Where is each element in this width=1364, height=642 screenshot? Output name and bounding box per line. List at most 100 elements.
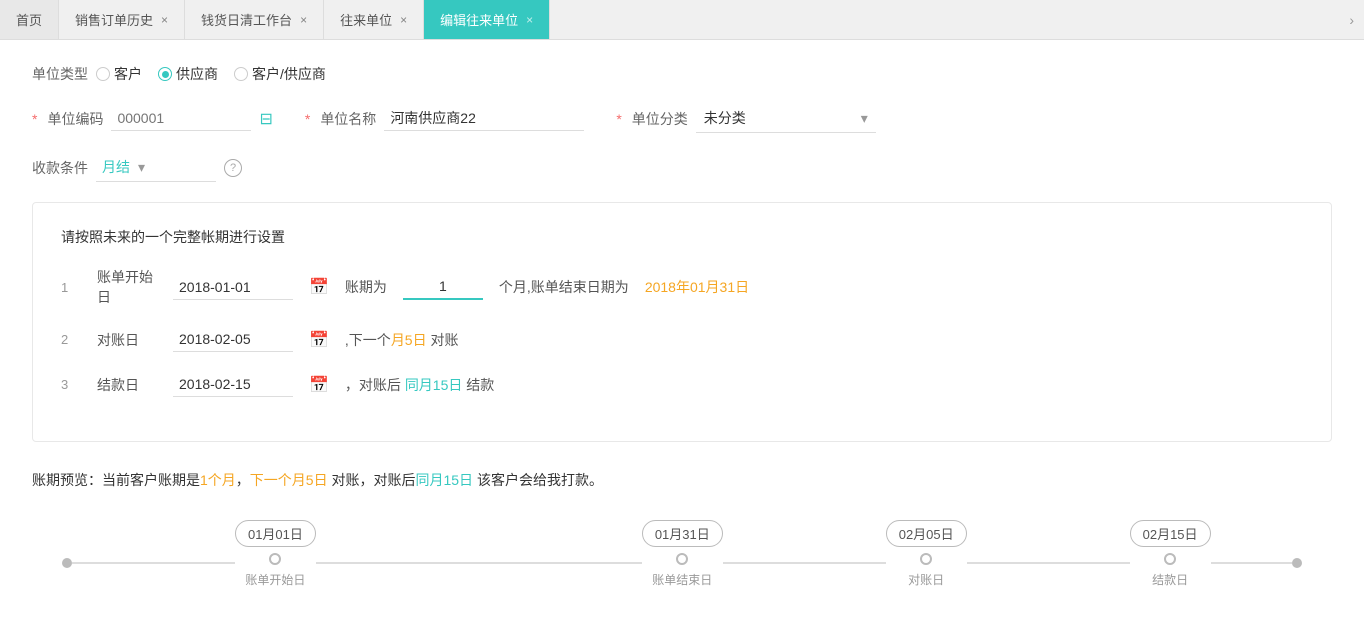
timeline: 01月01日 账单开始日 01月31日 账单结束日 02月05日 对账日 [62,510,1302,618]
radio-both-label: 客户/供应商 [252,64,326,84]
tab-home[interactable]: 首页 [0,0,59,39]
payment-row: 收款条件 月结 ▾ ? [32,153,1332,182]
period-desc-prefix-1: 账期为 [345,277,387,297]
unit-code-label: 单位编码 [47,109,103,129]
period-label-3: 结款日 [97,375,157,395]
calendar-icon-2[interactable]: 📅 [309,330,329,350]
unit-type-row: 单位类型 客户 供应商 客户/供应商 [32,64,1332,84]
tab-bar: 首页 销售订单历史 × 钱货日清工作台 × 往来单位 × 编辑往来单位 × › [0,0,1364,40]
unit-name-field: * 单位名称 [305,106,584,131]
timeline-label-2: 账单结束日 [652,571,712,588]
close-sales-history-icon[interactable]: × [161,13,168,27]
payment-value: 月结 [102,157,130,177]
period-num-1: 1 [61,280,81,295]
period-date-1[interactable] [173,275,293,300]
preview-suffix: 该客户会给我打款。 [473,472,603,488]
timeline-line-seg1 [316,562,642,564]
period-label-2: 对账日 [97,330,157,350]
timeline-dot-3 [920,553,932,565]
preview-middle1: ， [236,472,250,488]
timeline-line-seg4 [1211,562,1292,564]
tab-cash-ledger-label: 钱货日清工作台 [201,10,292,29]
timeline-bubble-4: 02月15日 [1130,520,1211,547]
period-row-1: 1 账单开始日 📅 账期为 个月,账单结束日期为 2018年01月31日 [61,267,1303,307]
calendar-icon-3[interactable]: 📅 [309,375,329,395]
period-row-2: 2 对账日 📅 ,下一个月5日 对账 [61,327,1303,352]
main-content: 单位类型 客户 供应商 客户/供应商 * 单位编码 [0,40,1364,642]
payment-field: 收款条件 月结 ▾ ? [32,153,242,182]
calendar-icon-1[interactable]: 📅 [309,277,329,297]
timeline-label-3: 对账日 [908,571,944,588]
classify-required-star: * [616,111,621,127]
unit-classify-field: * 单位分类 未分类 ▾ [616,104,875,133]
tab-edit-partner[interactable]: 编辑往来单位 × [424,0,550,39]
timeline-label-1: 账单开始日 [245,571,305,588]
tab-sales-history[interactable]: 销售订单历史 × [59,0,185,39]
unit-code-input[interactable] [111,106,251,131]
payment-help-icon[interactable]: ? [224,159,242,177]
period-desc-2: ,下一个月5日 对账 [345,330,459,350]
tab-more-button[interactable]: › [1339,0,1364,39]
period-label-1: 账单开始日 [97,267,157,307]
close-cash-ledger-icon[interactable]: × [300,13,307,27]
unit-type-field: 单位类型 客户 供应商 客户/供应商 [32,64,326,84]
preview-part2: 下一个月5日 [250,472,328,488]
tab-sales-history-label: 销售订单历史 [75,10,153,29]
unit-classify-label: 单位分类 [632,109,688,129]
timeline-point-4: 02月15日 结款日 [1130,520,1211,588]
name-required-star: * [305,111,310,127]
period-title: 请按照未来的一个完整帐期进行设置 [61,227,1303,247]
preview-prefix: 账期预览：当前客户账期是 [32,472,200,488]
radio-customer-circle [96,67,110,81]
timeline-end-dot [1292,558,1302,568]
period-desc-3: ，对账后 同月15日 结款 [345,375,494,395]
tab-partner-units-label: 往来单位 [340,10,392,29]
radio-customer[interactable]: 客户 [96,64,142,84]
timeline-bubble-2: 01月31日 [642,520,723,547]
period-num-2: 2 [61,332,81,347]
timeline-line-seg3 [967,562,1130,564]
close-partner-units-icon[interactable]: × [400,13,407,27]
unit-name-label: 单位名称 [320,109,376,129]
period-row-3: 3 结款日 📅 ，对账后 同月15日 结款 [61,372,1303,397]
unit-code-field: * 单位编码 ⊟ [32,106,273,131]
timeline-point-3: 02月05日 对账日 [886,520,967,588]
radio-supplier-circle [158,67,172,81]
timeline-dot-1 [269,553,281,565]
payment-dropdown[interactable]: 月结 ▾ [96,153,216,182]
radio-customer-label: 客户 [114,64,142,84]
period-date-3[interactable] [173,372,293,397]
radio-both-circle [234,67,248,81]
payment-label: 收款条件 [32,158,88,178]
period-date-2[interactable] [173,327,293,352]
classify-dropdown[interactable]: 未分类 ▾ [696,104,876,133]
unit-type-label: 单位类型 [32,64,88,84]
timeline-start-dot [62,558,72,568]
period-settings-box: 请按照未来的一个完整帐期进行设置 1 账单开始日 📅 账期为 个月,账单结束日期… [32,202,1332,442]
preview-part1: 1个月 [200,472,236,488]
period-num-3: 3 [61,377,81,392]
radio-supplier[interactable]: 供应商 [158,64,218,84]
unit-name-input[interactable] [384,106,584,131]
radio-both[interactable]: 客户/供应商 [234,64,326,84]
tab-edit-partner-label: 编辑往来单位 [440,10,518,29]
period-desc-suffix-1: 个月,账单结束日期为 [499,277,629,297]
preview-text: 账期预览：当前客户账期是1个月，下一个月5日 对账，对账后同月15日 该客户会给… [32,458,1332,510]
tab-cash-ledger[interactable]: 钱货日清工作台 × [185,0,324,39]
chevron-right-icon: › [1349,12,1354,28]
preview-middle2: 对账，对账后 [328,472,416,488]
timeline-container: 01月01日 账单开始日 01月31日 账单结束日 02月05日 对账日 [52,510,1312,618]
timeline-point-2: 01月31日 账单结束日 [642,520,723,588]
timeline-label-4: 结款日 [1152,571,1188,588]
tab-partner-units[interactable]: 往来单位 × [324,0,424,39]
preview-part3: 同月15日 [415,472,473,488]
period-months-input[interactable] [403,274,483,300]
radio-supplier-label: 供应商 [176,64,218,84]
payment-chevron-icon: ▾ [138,159,145,176]
classify-value: 未分类 [704,108,746,128]
tab-home-label: 首页 [16,10,42,29]
timeline-bubble-3: 02月05日 [886,520,967,547]
timeline-dot-2 [676,553,688,565]
code-copy-icon[interactable]: ⊟ [259,109,272,129]
close-edit-partner-icon[interactable]: × [526,13,533,27]
